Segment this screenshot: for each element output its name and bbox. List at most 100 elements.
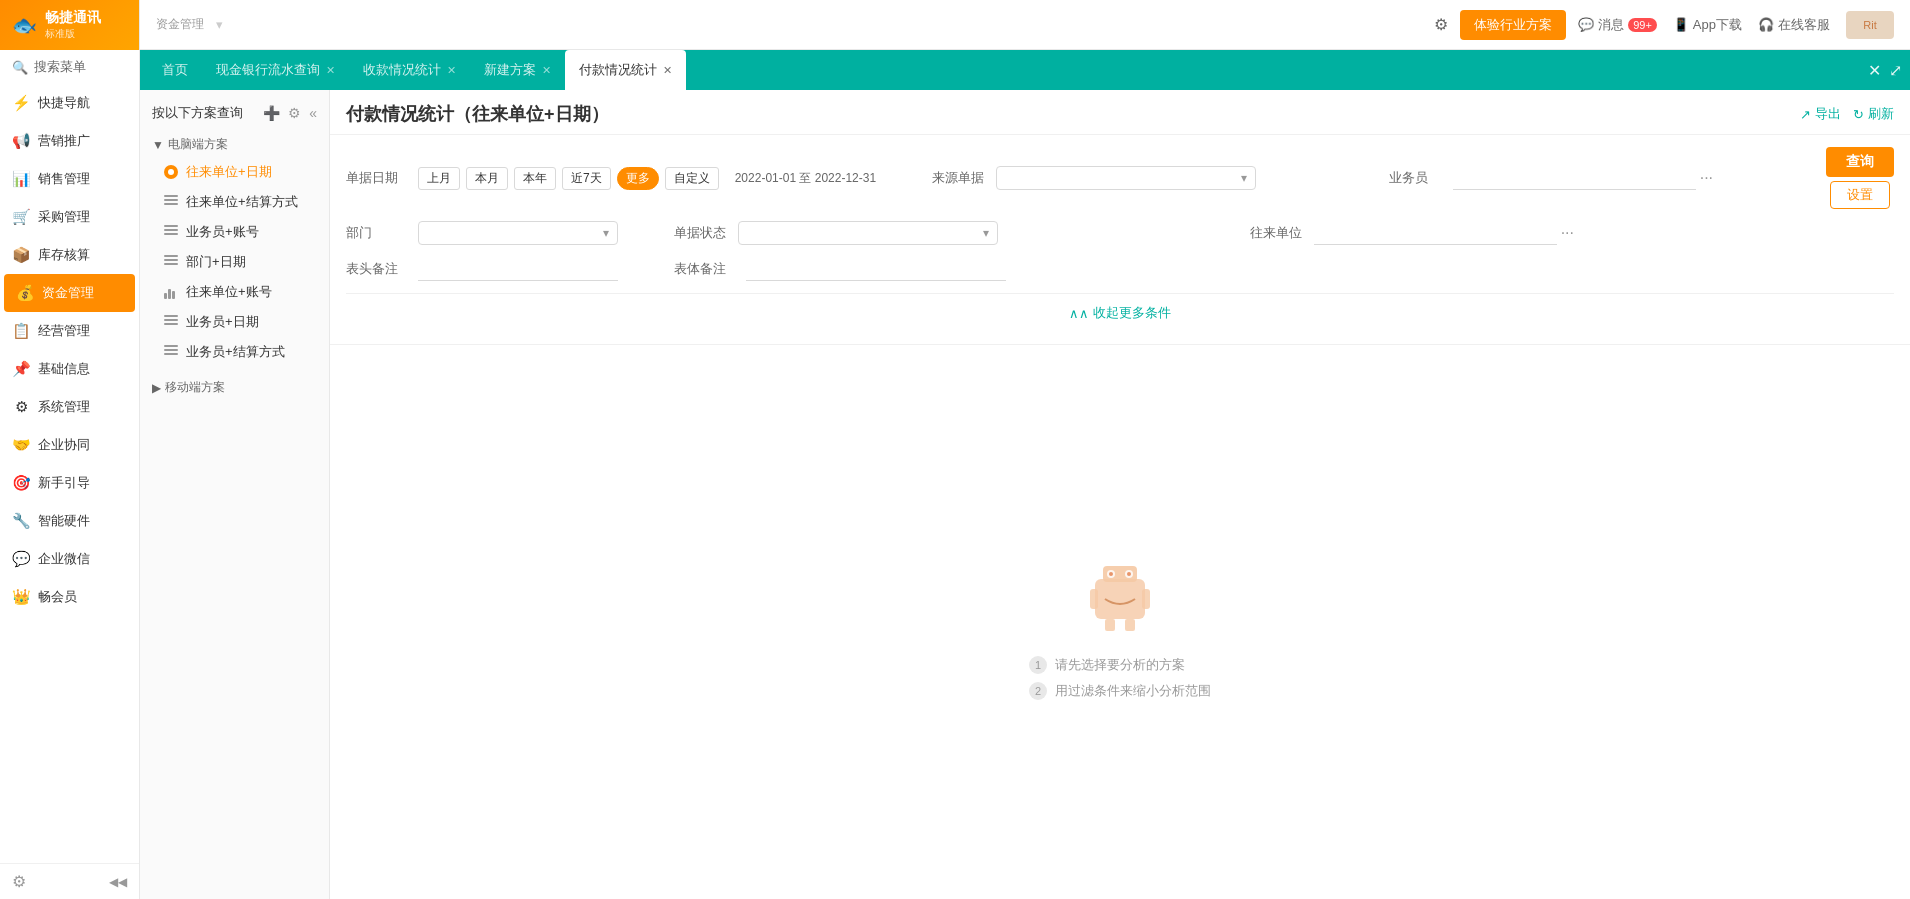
scheme-item-staff-date[interactable]: 业务员+日期 <box>140 307 329 337</box>
sidebar-item-operations[interactable]: 📋 经营管理 <box>0 312 139 350</box>
table-header-notes-input[interactable] <box>418 257 618 281</box>
scheme-radio-icon <box>164 165 178 179</box>
desktop-scheme-title[interactable]: ▼ 电脑端方案 <box>140 132 329 157</box>
tab-home-label: 首页 <box>162 61 188 79</box>
inventory-icon: 📦 <box>12 246 30 264</box>
sidebar-item-label: 经营管理 <box>38 322 90 340</box>
tab-bank-label: 现金银行流水查询 <box>216 61 320 79</box>
version-text: 标准版 <box>45 27 101 41</box>
topbar-settings-icon[interactable]: ⚙ <box>1434 15 1448 34</box>
sidebar-item-collab[interactable]: 🤝 企业协同 <box>0 426 139 464</box>
sidebar-item-sales[interactable]: 📊 销售管理 <box>0 160 139 198</box>
scheme-item-dept-date[interactable]: 部门+日期 <box>140 247 329 277</box>
counterpart-input[interactable] <box>1314 221 1557 245</box>
svg-point-4 <box>1109 572 1113 576</box>
sidebar-item-finance[interactable]: 💰 资金管理 <box>4 274 135 312</box>
refresh-label: 刷新 <box>1868 105 1894 123</box>
message-label: 消息 <box>1598 16 1624 34</box>
tab-bank-close-icon[interactable]: ✕ <box>326 64 335 77</box>
tab-expand-icon[interactable]: ⤢ <box>1889 61 1902 80</box>
sidebar-item-basic[interactable]: 📌 基础信息 <box>0 350 139 388</box>
svg-rect-9 <box>1125 619 1135 631</box>
empty-robot-illustration <box>1070 544 1170 644</box>
empty-tip-1-text: 请先选择要分析的方案 <box>1055 656 1185 674</box>
add-scheme-icon[interactable]: ➕ <box>263 105 280 121</box>
scheme-table-icon <box>164 195 178 209</box>
sidebar-item-hardware[interactable]: 🔧 智能硬件 <box>0 502 139 540</box>
department-select[interactable]: ▾ <box>418 221 618 245</box>
date-btn-7days[interactable]: 近7天 <box>562 167 611 190</box>
voucher-status-select[interactable]: ▾ <box>738 221 998 245</box>
export-button[interactable]: ↗ 导出 <box>1800 105 1841 123</box>
tab-receivable-close-icon[interactable]: ✕ <box>447 64 456 77</box>
date-btn-this-year[interactable]: 本年 <box>514 167 556 190</box>
tab-payment-stats-close-icon[interactable]: ✕ <box>663 64 672 77</box>
topbar: 资金管理 ▾ ⚙ 体验行业方案 💬 消息 99+ 📱 App下载 🎧 在线客服 <box>140 0 1910 50</box>
tab-new-scheme-label: 新建方案 <box>484 61 536 79</box>
date-btn-custom[interactable]: 自定义 <box>665 167 719 190</box>
tab-payment-stats[interactable]: 付款情况统计 ✕ <box>565 50 686 90</box>
system-icon: ⚙ <box>12 398 30 416</box>
date-btn-last-month[interactable]: 上月 <box>418 167 460 190</box>
app-download-action[interactable]: 📱 App下载 <box>1673 16 1742 34</box>
avatar[interactable]: Rit <box>1846 11 1894 39</box>
sidebar-item-label: 畅会员 <box>38 588 77 606</box>
scheme-item-unit-account[interactable]: 往来单位+账号 <box>140 277 329 307</box>
sidebar-item-guide[interactable]: 🎯 新手引导 <box>0 464 139 502</box>
salesperson-dots-icon[interactable]: ··· <box>1700 169 1713 187</box>
salesperson-input[interactable] <box>1453 166 1696 190</box>
sidebar-item-marketing[interactable]: 📢 营销推广 <box>0 122 139 160</box>
scheme-item-staff-account[interactable]: 业务员+账号 <box>140 217 329 247</box>
scheme-table-icon5 <box>164 345 178 359</box>
empty-state: 1 请先选择要分析的方案 2 用过滤条件来缩小分析范围 <box>330 345 1910 899</box>
message-action[interactable]: 💬 消息 99+ <box>1578 16 1657 34</box>
scheme-item-unit-settle[interactable]: 往来单位+结算方式 <box>140 187 329 217</box>
sidebar-item-label: 营销推广 <box>38 132 90 150</box>
scheme-settings-icon[interactable]: ⚙ <box>288 105 301 121</box>
tab-new-scheme-close-icon[interactable]: ✕ <box>542 64 551 77</box>
mobile-scheme-title[interactable]: ▶ 移动端方案 <box>140 375 329 400</box>
footer-collapse-icon[interactable]: ◀◀ <box>109 875 127 889</box>
collapse-more-bar: ∧∧ 收起更多条件 <box>346 293 1894 332</box>
footer-settings-icon[interactable]: ⚙ <box>12 872 26 891</box>
sidebar-item-quick-nav[interactable]: ⚡ 快捷导航 <box>0 84 139 122</box>
scheme-item-unit-date[interactable]: 往来单位+日期 <box>140 157 329 187</box>
search-icon: 🔍 <box>12 60 28 75</box>
tab-close-all-icon[interactable]: ✕ <box>1868 61 1881 80</box>
collapse-panel-icon[interactable]: « <box>309 105 317 121</box>
source-voucher-select[interactable]: ▾ <box>996 166 1256 190</box>
sidebar-item-system[interactable]: ⚙ 系统管理 <box>0 388 139 426</box>
page-title: 付款情况统计（往来单位+日期） <box>346 102 609 126</box>
logo-text: 畅捷通讯 <box>45 9 101 27</box>
sidebar-item-label: 企业微信 <box>38 550 90 568</box>
settings-button[interactable]: 设置 <box>1830 181 1890 209</box>
table-body-notes-input[interactable] <box>746 257 1006 281</box>
scheme-item-staff-settle[interactable]: 业务员+结算方式 <box>140 337 329 367</box>
date-btn-this-month[interactable]: 本月 <box>466 167 508 190</box>
sidebar-item-member[interactable]: 👑 畅会员 <box>0 578 139 616</box>
main-content: 资金管理 ▾ ⚙ 体验行业方案 💬 消息 99+ 📱 App下载 🎧 在线客服 <box>140 0 1910 899</box>
sidebar-item-wechat[interactable]: 💬 企业微信 <box>0 540 139 578</box>
sales-icon: 📊 <box>12 170 30 188</box>
scheme-table-icon2 <box>164 225 178 239</box>
content-area: 按以下方案查询 ➕ ⚙ « ▼ 电脑端方案 <box>140 90 1910 899</box>
date-btn-more[interactable]: 更多 <box>617 167 659 190</box>
query-button[interactable]: 查询 <box>1826 147 1894 177</box>
tab-receivable[interactable]: 收款情况统计 ✕ <box>349 50 470 90</box>
counterpart-dots-icon[interactable]: ··· <box>1561 224 1574 242</box>
collapse-more-button[interactable]: ∧∧ 收起更多条件 <box>1065 300 1175 326</box>
tab-bank[interactable]: 现金银行流水查询 ✕ <box>202 50 349 90</box>
online-service-action[interactable]: 🎧 在线客服 <box>1758 16 1830 34</box>
empty-tip-1: 1 请先选择要分析的方案 <box>1029 656 1211 674</box>
sidebar-item-purchase[interactable]: 🛒 采购管理 <box>0 198 139 236</box>
tab-new-scheme[interactable]: 新建方案 ✕ <box>470 50 565 90</box>
svg-rect-7 <box>1142 589 1150 609</box>
refresh-button[interactable]: ↻ 刷新 <box>1853 105 1894 123</box>
scheme-item-label: 往来单位+日期 <box>186 163 272 181</box>
empty-tip-2: 2 用过滤条件来缩小分析范围 <box>1029 682 1211 700</box>
query-col: 查询 设置 <box>1826 147 1894 209</box>
sidebar-item-inventory[interactable]: 📦 库存核算 <box>0 236 139 274</box>
search-menu[interactable]: 🔍 搜索菜单 <box>0 50 139 84</box>
trial-button[interactable]: 体验行业方案 <box>1460 10 1566 40</box>
tab-home[interactable]: 首页 <box>148 50 202 90</box>
